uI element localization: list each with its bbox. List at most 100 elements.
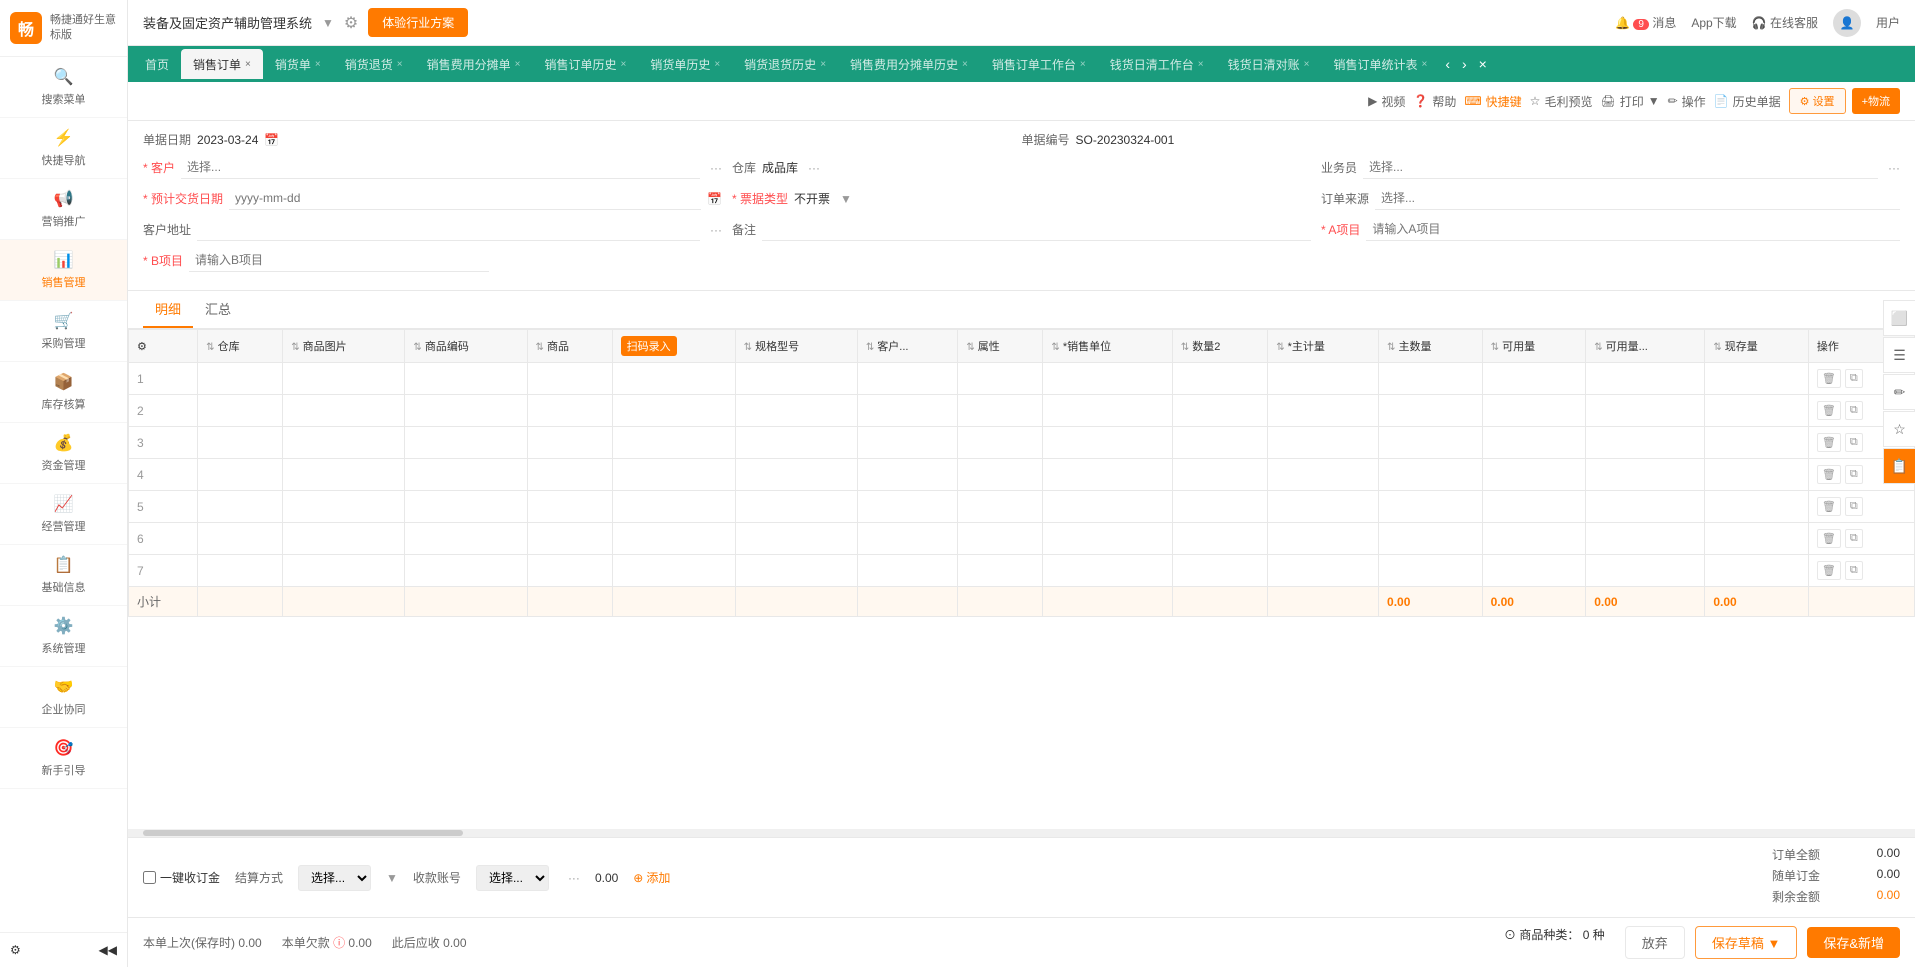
- delete-btn[interactable]: 🗑: [1817, 465, 1841, 484]
- b-project-input[interactable]: [189, 249, 489, 272]
- sidebar-item-新手引导[interactable]: 🎯新手引导: [0, 728, 127, 789]
- warehouse-dots[interactable]: ···: [808, 161, 820, 175]
- table-tab-明细[interactable]: 明细: [143, 291, 193, 328]
- calendar-icon[interactable]: 📅: [264, 133, 279, 147]
- col-customer_code[interactable]: ⇅ 客户...: [857, 330, 958, 363]
- tab-close-icon[interactable]: ×: [620, 59, 626, 70]
- address-dots[interactable]: ···: [710, 223, 722, 237]
- sidebar-collapse-icon[interactable]: ◀◀: [99, 943, 117, 957]
- this-amount-help[interactable]: ⓘ: [333, 936, 345, 950]
- delete-btn[interactable]: 🗑: [1817, 401, 1841, 420]
- col-stock[interactable]: ⇅ 现存量: [1705, 330, 1809, 363]
- receipt-no-select[interactable]: 选择...: [476, 865, 549, 891]
- col-name[interactable]: ⇅ 商品: [527, 330, 612, 363]
- tab-销货退货[interactable]: 销货退货×: [333, 49, 415, 79]
- col-settings-icon[interactable]: ⚙: [137, 341, 147, 353]
- online-service-link[interactable]: 🎧 在线客服: [1752, 14, 1818, 31]
- copy-btn[interactable]: ⧉: [1845, 561, 1863, 580]
- sidebar-item-销售管理[interactable]: 📊销售管理: [0, 240, 127, 301]
- receipt-dots[interactable]: ···: [568, 871, 580, 885]
- discard-button[interactable]: 放弃: [1625, 926, 1685, 959]
- col-attr[interactable]: ⇅ 属性: [958, 330, 1043, 363]
- col-spec[interactable]: ⇅ 规格型号: [735, 330, 857, 363]
- tab-close-icon[interactable]: ×: [1080, 59, 1086, 70]
- sidebar-item-库存核算[interactable]: 📦库存核算: [0, 362, 127, 423]
- view-btn[interactable]: ▶ 视频: [1368, 93, 1405, 110]
- copy-btn[interactable]: ⧉: [1845, 401, 1863, 420]
- sidebar-item-资金管理[interactable]: 💰资金管理: [0, 423, 127, 484]
- shortcut-btn[interactable]: ⌨ 快捷键: [1464, 93, 1521, 110]
- delete-btn[interactable]: 🗑: [1817, 561, 1841, 580]
- col-code[interactable]: ⇅ 商品编码: [405, 330, 527, 363]
- order-source-input[interactable]: [1375, 187, 1900, 210]
- copy-btn[interactable]: ⧉: [1845, 465, 1863, 484]
- sidebar-item-系统管理[interactable]: ⚙️系统管理: [0, 606, 127, 667]
- print-btn[interactable]: 🖨 打印 ▼: [1600, 93, 1659, 110]
- history-btn[interactable]: 📄 历史单据: [1714, 93, 1781, 110]
- tab-销售费用分摊单[interactable]: 销售费用分摊单×: [415, 49, 533, 79]
- copy-btn[interactable]: ⧉: [1845, 369, 1863, 388]
- message-icon[interactable]: 🔔 9 消息: [1615, 14, 1676, 31]
- data-table-wrapper[interactable]: ⚙⇅ 仓库⇅ 商品图片⇅ 商品编码⇅ 商品扫码录入⇅ 规格型号⇅ 客户...⇅ …: [128, 329, 1915, 829]
- auto-checkout-checkbox[interactable]: [143, 871, 156, 884]
- tab-close-icon[interactable]: ×: [1198, 59, 1204, 70]
- operation-btn[interactable]: ✏ 操作: [1668, 93, 1706, 110]
- scan-btn[interactable]: 扫码录入: [621, 336, 677, 356]
- notes-input[interactable]: [762, 218, 1311, 241]
- salesperson-dots[interactable]: ···: [1888, 161, 1900, 175]
- col-main_unit[interactable]: ⇅ *主计量: [1268, 330, 1379, 363]
- dropdown-arrow-icon[interactable]: ▼: [1767, 936, 1780, 951]
- salesperson-input[interactable]: [1363, 156, 1878, 179]
- tab-销售订单历史[interactable]: 销售订单历史×: [532, 49, 638, 79]
- scroll-bar[interactable]: [143, 830, 463, 836]
- delete-btn[interactable]: 🗑: [1817, 529, 1841, 548]
- col-main_qty[interactable]: ⇅ 主数量: [1379, 330, 1483, 363]
- tab-钱货日清对账[interactable]: 钱货日清对账×: [1216, 49, 1322, 79]
- col-image[interactable]: ⇅ 商品图片: [283, 330, 405, 363]
- tab-销售订单工作台[interactable]: 销售订单工作台×: [980, 49, 1098, 79]
- right-btn-1[interactable]: ⬜: [1883, 300, 1915, 336]
- sidebar-item-基础信息[interactable]: 📋基础信息: [0, 545, 127, 606]
- trial-button[interactable]: 体验行业方案: [368, 8, 468, 37]
- settings-icon[interactable]: ⚙: [344, 13, 358, 33]
- add-logistics-btn[interactable]: +物流: [1852, 88, 1900, 114]
- col-qty2[interactable]: ⇅ 数量2: [1172, 330, 1267, 363]
- app-download-link[interactable]: App下载: [1691, 14, 1736, 31]
- help-btn[interactable]: ❓ 帮助: [1413, 93, 1456, 110]
- right-btn-5[interactable]: 📋: [1883, 448, 1915, 484]
- delivery-cal-icon[interactable]: 📅: [707, 192, 722, 206]
- tab-close-icon[interactable]: ×: [397, 59, 403, 70]
- col-warehouse[interactable]: ⇅ 仓库: [198, 330, 283, 363]
- tab-close-icon[interactable]: ×: [820, 59, 826, 70]
- delivery-date-input[interactable]: [229, 187, 701, 210]
- tab-销货单历史[interactable]: 销货单历史×: [638, 49, 732, 79]
- a-project-input[interactable]: [1366, 218, 1900, 241]
- payment-method-select[interactable]: 选择...: [298, 865, 371, 891]
- tab-销售订单[interactable]: 销售订单×: [181, 49, 263, 79]
- copy-btn[interactable]: ⧉: [1845, 433, 1863, 452]
- tab-钱货日清工作台[interactable]: 钱货日清工作台×: [1098, 49, 1216, 79]
- profit-btn[interactable]: ☆ 毛利预览: [1530, 93, 1593, 110]
- tab-close-icon[interactable]: ×: [245, 59, 251, 70]
- table-tab-汇总[interactable]: 汇总: [193, 291, 243, 328]
- right-btn-4[interactable]: ☆: [1883, 411, 1915, 447]
- tab-next-btn[interactable]: ›: [1456, 52, 1473, 76]
- tab-close-icon[interactable]: ×: [315, 59, 321, 70]
- tab-close-icon[interactable]: ×: [515, 59, 521, 70]
- delete-btn[interactable]: 🗑: [1817, 497, 1841, 516]
- delete-btn[interactable]: 🗑: [1817, 369, 1841, 388]
- dropdown-icon[interactable]: ▼: [322, 16, 334, 30]
- customer-dots[interactable]: ···: [710, 161, 722, 175]
- delete-btn[interactable]: 🗑: [1817, 433, 1841, 452]
- save-draft-button[interactable]: 保存草稿 ▼: [1695, 926, 1798, 959]
- tab-close-icon[interactable]: ×: [1421, 59, 1427, 70]
- customer-address-input[interactable]: [197, 218, 700, 241]
- save-new-button[interactable]: 保存&新增: [1807, 927, 1900, 958]
- col-available2[interactable]: ⇅ 可用量...: [1586, 330, 1705, 363]
- sidebar-item-搜索菜单[interactable]: 🔍搜索菜单: [0, 57, 127, 118]
- col-unit[interactable]: ⇅ *销售单位: [1043, 330, 1172, 363]
- add-btn[interactable]: ⊕ 添加: [633, 869, 670, 886]
- right-btn-3[interactable]: ✏: [1883, 374, 1915, 410]
- auto-checkout-label[interactable]: 一键收订金: [143, 869, 220, 886]
- sidebar-item-经营管理[interactable]: 📈经营管理: [0, 484, 127, 545]
